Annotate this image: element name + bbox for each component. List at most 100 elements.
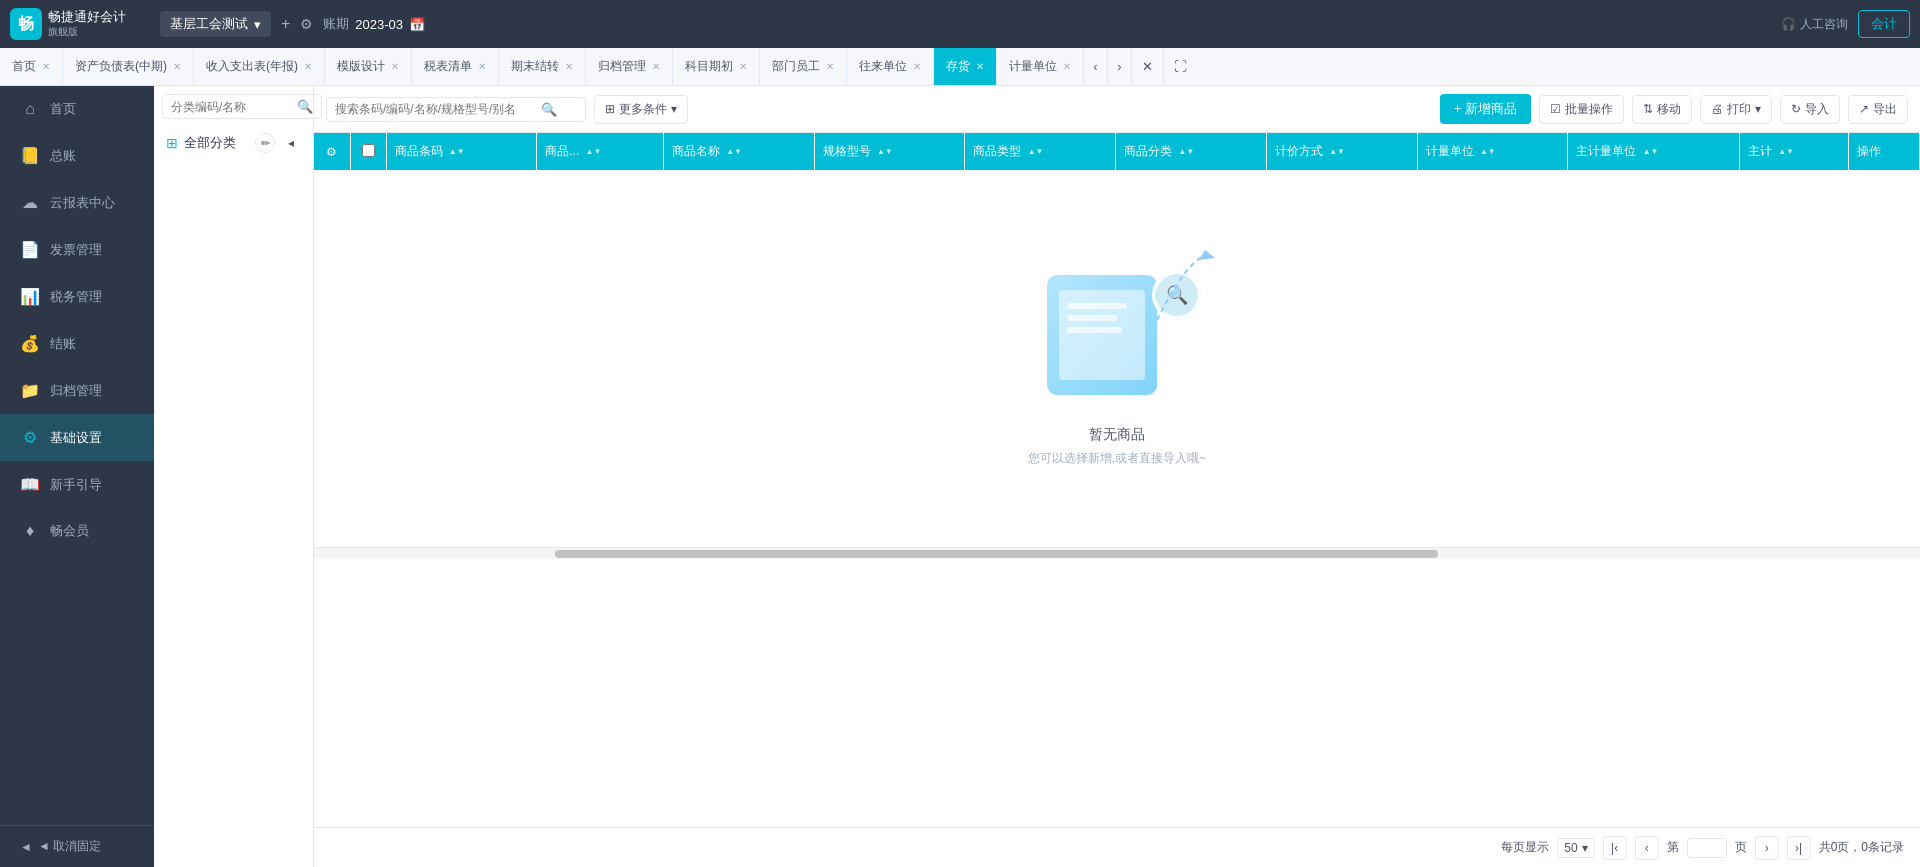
move-icon: ⇅ <box>1643 102 1653 116</box>
sidebar-item-invoice[interactable]: 📄 发票管理 <box>0 226 154 273</box>
import-label: 导入 <box>1805 101 1829 118</box>
page-number-input[interactable]: 1 <box>1687 838 1727 858</box>
th-settings[interactable]: ⚙ <box>314 133 350 170</box>
sidebar-item-home[interactable]: ⌂ 首页 <box>0 86 154 132</box>
sidebar-item-member[interactable]: ♦ 畅会员 <box>0 508 154 554</box>
category-edit-btn[interactable]: ✏ <box>255 133 275 153</box>
unpin-label: ◄ 取消固定 <box>38 838 101 855</box>
sidebar-item-invoice-label: 发票管理 <box>50 241 102 259</box>
print-btn[interactable]: 🖨 打印 ▾ <box>1700 95 1772 124</box>
tab-contacts[interactable]: 往来单位 ✕ <box>847 48 934 86</box>
page-first-btn[interactable]: |‹ <box>1603 836 1627 860</box>
move-label: 移动 <box>1657 101 1681 118</box>
type-sort[interactable]: ▲▼ <box>1028 147 1044 156</box>
tab-unit[interactable]: 计量单位 ✕ <box>997 48 1084 86</box>
tab-expand[interactable]: ⛶ <box>1164 48 1196 86</box>
tab-balance-sheet[interactable]: 资产负债表(中期) ✕ <box>63 48 194 86</box>
doc-line3 <box>1067 327 1122 333</box>
unit-sort[interactable]: ▲▼ <box>1480 147 1496 156</box>
tab-inventory-close[interactable]: ✕ <box>976 61 984 72</box>
th-col3-label: 主计 <box>1748 144 1772 158</box>
sidebar-item-ledger-label: 总账 <box>50 147 76 165</box>
page-size-value: 50 <box>1564 841 1577 855</box>
app-edition: 旗舰版 <box>48 25 126 39</box>
collapse-btn[interactable]: ◂ <box>281 133 301 153</box>
tab-nav-right[interactable]: › <box>1108 48 1132 86</box>
settings-btn[interactable]: ⚙ <box>300 16 313 32</box>
category-all-label: 全部分类 <box>184 134 236 152</box>
price-sort[interactable]: ▲▼ <box>1329 147 1345 156</box>
batch-label: 批量操作 <box>1565 101 1613 118</box>
page-prev-btn[interactable]: ‹ <box>1635 836 1659 860</box>
tab-close-all[interactable]: ✕ <box>1132 48 1164 86</box>
sidebar-item-guide[interactable]: 📖 新手引导 <box>0 461 154 508</box>
tab-tax-list[interactable]: 税表清单 ✕ <box>412 48 499 86</box>
add-tab-btn[interactable]: + <box>281 15 290 33</box>
category-all[interactable]: ⊞ 全部分类 ✏ ◂ <box>162 127 305 159</box>
tab-subject-init[interactable]: 科目期初 ✕ <box>673 48 760 86</box>
page-last-btn[interactable]: ›| <box>1787 836 1811 860</box>
horizontal-scrollbar[interactable] <box>555 550 1438 558</box>
page-next-btn[interactable]: › <box>1755 836 1779 860</box>
tab-unit-close[interactable]: ✕ <box>1063 61 1071 72</box>
account-button[interactable]: 会计 <box>1858 10 1910 38</box>
sidebar-item-settings[interactable]: ⚙ 基础设置 <box>0 414 154 461</box>
tab-balance-sheet-close[interactable]: ✕ <box>173 61 181 72</box>
category-search-icon[interactable]: 🔍 <box>297 99 313 114</box>
company-selector[interactable]: 基层工会测试 ▾ <box>160 11 271 37</box>
tab-home[interactable]: 首页 ✕ <box>0 48 63 86</box>
th-name-label: 商品名称 <box>672 144 720 158</box>
tab-period-carry-close[interactable]: ✕ <box>565 61 573 72</box>
sidebar-item-ledger[interactable]: 📒 总账 <box>0 132 154 179</box>
import-btn[interactable]: ↻ 导入 <box>1780 95 1840 124</box>
product-search-input[interactable] <box>335 102 535 116</box>
move-btn[interactable]: ⇅ 移动 <box>1632 95 1692 124</box>
filter-btn[interactable]: ⊞ 更多条件 ▾ <box>594 95 688 124</box>
select-all-checkbox[interactable] <box>362 144 375 157</box>
tab-archive-close[interactable]: ✕ <box>652 61 660 72</box>
col3-sort[interactable]: ▲▼ <box>1778 147 1794 156</box>
tab-template-design-close[interactable]: ✕ <box>391 61 399 72</box>
tab-dept-staff[interactable]: 部门员工 ✕ <box>760 48 847 86</box>
sidebar-unpin-btn[interactable]: ◄ ◄ 取消固定 <box>0 825 154 867</box>
category-sort[interactable]: ▲▼ <box>1178 147 1194 156</box>
tab-template-design[interactable]: 模版设计 ✕ <box>325 48 412 86</box>
name-sort[interactable]: ▲▼ <box>726 147 742 156</box>
tab-income-statement[interactable]: 收入支出表(年报) ✕ <box>194 48 325 86</box>
batch-operation-btn[interactable]: ☑ 批量操作 <box>1539 95 1624 124</box>
tab-dept-staff-close[interactable]: ✕ <box>826 61 834 72</box>
tab-home-close[interactable]: ✕ <box>42 61 50 72</box>
empty-desc: 您可以选择新增,或者直接导入哦~ <box>1028 450 1206 467</box>
sidebar-item-home-label: 首页 <box>50 100 76 118</box>
tab-inventory-label: 存货 <box>946 58 970 75</box>
svg-marker-0 <box>1199 250 1215 260</box>
product-search-wrap: 🔍 <box>326 97 586 122</box>
th-checkbox[interactable] <box>350 133 386 170</box>
tab-archive[interactable]: 归档管理 ✕ <box>586 48 673 86</box>
sidebar-item-archive[interactable]: 📁 归档管理 <box>0 367 154 414</box>
tab-subject-init-close[interactable]: ✕ <box>739 61 747 72</box>
page-size-select[interactable]: 50 ▾ <box>1557 838 1594 858</box>
tab-income-statement-close[interactable]: ✕ <box>304 61 312 72</box>
sidebar-item-tax[interactable]: 📊 税务管理 <box>0 273 154 320</box>
tab-nav-left[interactable]: ‹ <box>1084 48 1108 86</box>
logo-icon: 畅 <box>10 8 42 40</box>
export-btn[interactable]: ↗ 导出 <box>1848 95 1908 124</box>
sidebar: ⌂ 首页 📒 总账 ☁ 云报表中心 📄 发票管理 📊 税务管理 💰 结账 📁 归… <box>0 86 154 867</box>
tab-period-carry[interactable]: 期末结转 ✕ <box>499 48 586 86</box>
spec-sort[interactable]: ▲▼ <box>877 147 893 156</box>
product-search-icon[interactable]: 🔍 <box>541 102 557 117</box>
tab-inventory[interactable]: 存货 ✕ <box>934 48 997 86</box>
tab-tax-list-close[interactable]: ✕ <box>478 61 486 72</box>
sidebar-item-cloud-report[interactable]: ☁ 云报表中心 <box>0 179 154 226</box>
doc-line1 <box>1067 303 1127 309</box>
main-unit-sort[interactable]: ▲▼ <box>1643 147 1659 156</box>
code-sort[interactable]: ▲▼ <box>586 147 602 156</box>
tab-contacts-close[interactable]: ✕ <box>913 61 921 72</box>
barcode-sort[interactable]: ▲▼ <box>449 147 465 156</box>
new-product-btn[interactable]: + 新增商品 <box>1440 94 1531 124</box>
calendar-icon[interactable]: 📅 <box>409 17 425 32</box>
category-search-input[interactable] <box>171 100 291 114</box>
sidebar-item-closing[interactable]: 💰 结账 <box>0 320 154 367</box>
customer-service-btn[interactable]: 🎧 人工咨询 <box>1781 16 1848 33</box>
